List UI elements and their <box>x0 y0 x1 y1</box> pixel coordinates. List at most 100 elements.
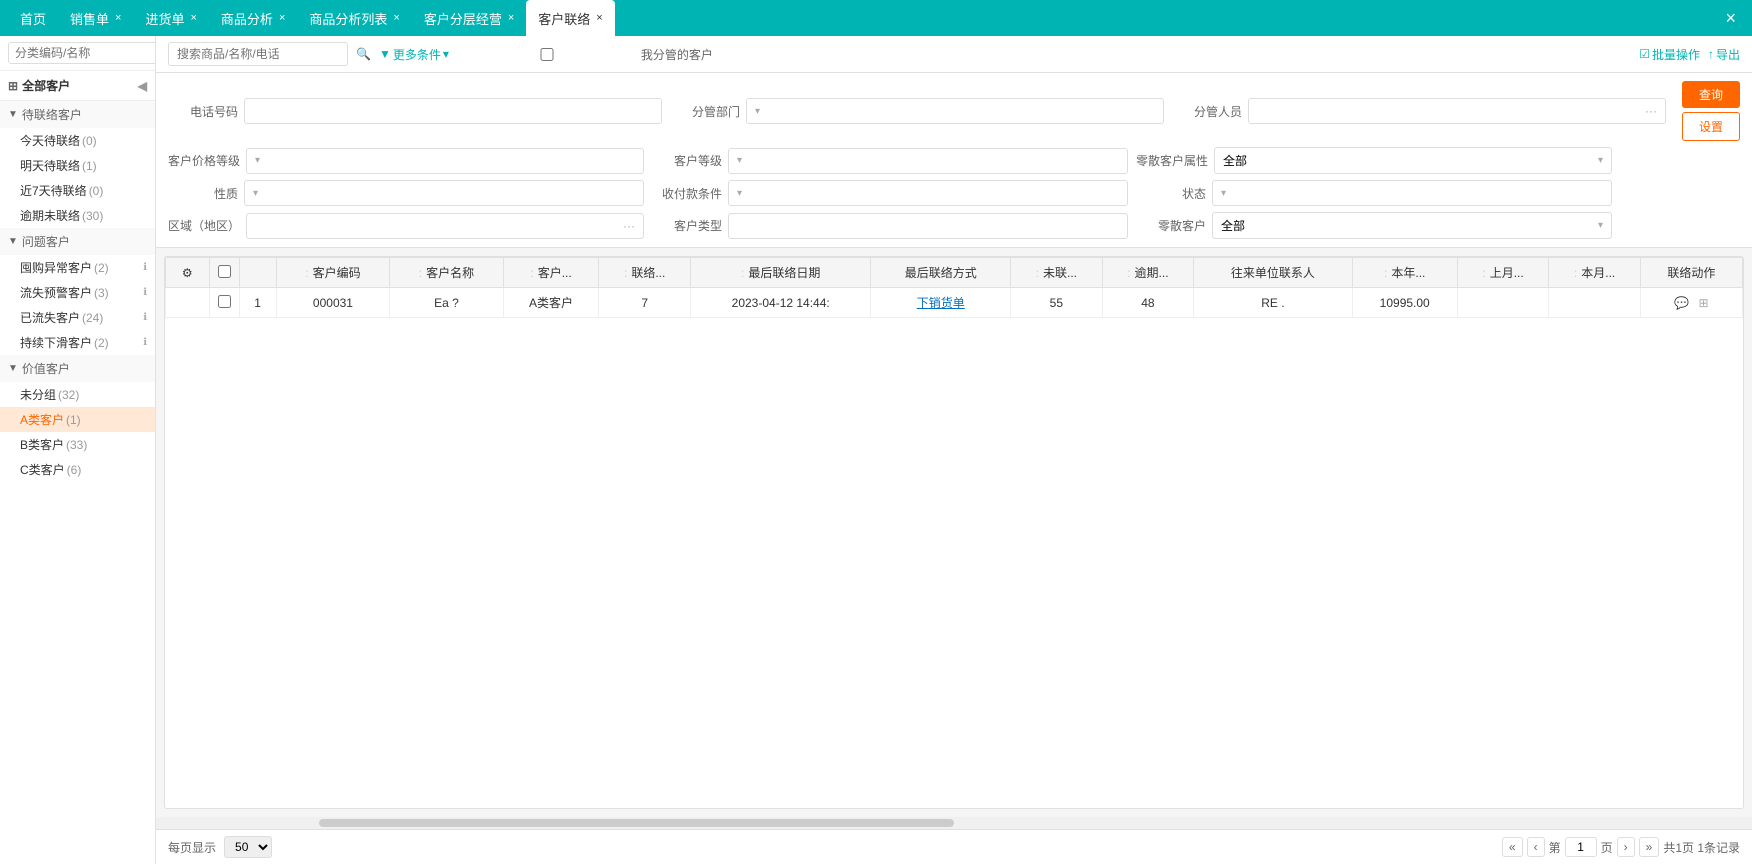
sidebar-item[interactable]: 近7天待联络(0) <box>0 178 155 203</box>
filter-row-4: 区域（地区） ··· 客户类型 零散客户 全部▾ <box>168 212 1740 239</box>
sidebar-section-title[interactable]: ▼价值客户 <box>0 355 155 382</box>
filter-retail-select[interactable]: 全部▾ <box>1212 212 1612 239</box>
filter-retail-attr-select[interactable]: 全部▾ <box>1214 147 1612 174</box>
sidebar-item[interactable]: 囤购异常客户(2)ℹ <box>0 255 155 280</box>
export-button[interactable]: ↑ 导出 <box>1708 46 1740 63</box>
all-customers-label[interactable]: 全部客户 <box>22 77 70 94</box>
tab-close-icon[interactable]: × <box>115 12 121 24</box>
col-settings[interactable]: ⚙ <box>166 258 210 288</box>
filter-price-level-select[interactable]: ▾ <box>246 148 644 174</box>
row-not-contacted: 55 <box>1011 288 1103 318</box>
filter-nature-select[interactable]: ▾ <box>244 180 644 206</box>
my-customer-checkbox[interactable] <box>457 48 637 61</box>
filter-status-select[interactable]: ▾ <box>1212 180 1612 206</box>
first-page-button[interactable]: « <box>1502 837 1523 857</box>
customer-table: ⚙ :客户编码 :客户名称 :客户... :联络... :最后联络日期 最后联络… <box>165 257 1743 318</box>
filter-dept-label: 分管部门 <box>670 103 740 120</box>
arrow-icon: ▼ <box>8 363 18 374</box>
scroll-thumb[interactable] <box>319 819 954 827</box>
more-filter-button[interactable]: ▼ 更多条件 ▾ <box>379 46 449 63</box>
row-checkbox[interactable] <box>218 295 231 308</box>
nav-tab-商品分析[interactable]: 商品分析× <box>209 0 297 36</box>
sidebar-item-label: 流失预警客户(3) <box>20 284 109 301</box>
row-unit-contact: RE . <box>1194 288 1352 318</box>
nav-tab-客户分层经营[interactable]: 客户分层经营× <box>412 0 526 36</box>
search-button[interactable]: 🔍 <box>356 47 371 61</box>
more-icon[interactable]: ··· <box>1645 104 1657 118</box>
settings-icon[interactable]: ⚙ <box>182 266 193 280</box>
filter-payment-select[interactable]: ▾ <box>728 180 1128 206</box>
tab-close-icon[interactable]: × <box>279 12 285 24</box>
sidebar-item[interactable]: 逾期未联络(30) <box>0 203 155 228</box>
info-icon: ℹ <box>143 312 147 323</box>
col-last-contact-method: 最后联络方式 <box>871 258 1011 288</box>
page-number-input[interactable] <box>1565 837 1597 857</box>
chevron-down-icon: ▾ <box>737 155 742 166</box>
nav-tabs: 销售单×进货单×商品分析×商品分析列表×客户分层经营×客户联络× <box>58 0 615 36</box>
chat-icon[interactable]: 💬 <box>1674 296 1689 310</box>
settings-button[interactable]: 设置 <box>1682 112 1740 141</box>
nav-tab-销售单[interactable]: 销售单× <box>58 0 133 36</box>
row-customer-name: Ea ? <box>390 288 504 318</box>
last-contact-link[interactable]: 下销货单 <box>917 296 965 310</box>
nav-tab-进货单[interactable]: 进货单× <box>133 0 208 36</box>
page-label: 第 <box>1549 839 1561 856</box>
table-header-row: ⚙ :客户编码 :客户名称 :客户... :联络... :最后联络日期 最后联络… <box>166 258 1743 288</box>
grid-action-icon[interactable]: ⊞ <box>1699 296 1709 310</box>
query-button[interactable]: 查询 <box>1682 81 1740 108</box>
sidebar-item[interactable]: 今天待联络(0) <box>0 128 155 153</box>
tab-close-icon[interactable]: × <box>190 12 196 24</box>
sidebar-collapse-button[interactable]: ◀ <box>138 79 147 93</box>
sidebar-item[interactable]: B类客户(33) <box>0 432 155 457</box>
sidebar-search-input[interactable] <box>8 42 156 64</box>
sidebar-item[interactable]: 已流失客户(24)ℹ <box>0 305 155 330</box>
filter-nature-label: 性质 <box>168 185 238 202</box>
search-input[interactable] <box>168 42 348 66</box>
prev-page-button[interactable]: ‹ <box>1527 837 1545 857</box>
batch-op-button[interactable]: ☑ 批量操作 <box>1639 46 1700 63</box>
tab-close-icon[interactable]: × <box>393 12 399 24</box>
nav-tab-客户联络[interactable]: 客户联络× <box>526 0 614 36</box>
nav-tab-商品分析列表[interactable]: 商品分析列表× <box>297 0 411 36</box>
close-all-button[interactable]: × <box>1717 8 1744 29</box>
sidebar-item[interactable]: 持续下滑客户(2)ℹ <box>0 330 155 355</box>
col-this-month: :本月... <box>1549 258 1641 288</box>
last-page-button[interactable]: » <box>1639 837 1660 857</box>
my-customer-checkbox-label[interactable]: 我分管的客户 <box>457 46 713 63</box>
main-layout: 🔍 ⊞ 全部客户 ◀ ▼待联络客户今天待联络(0)明天待联络(1) 近7天待联络(… <box>0 36 1752 864</box>
filter-icon: ▼ <box>379 47 391 61</box>
sidebar-item-label: 持续下滑客户(2) <box>20 334 109 351</box>
tab-close-icon[interactable]: × <box>596 12 602 24</box>
col-this-year: :本年... <box>1352 258 1457 288</box>
sidebar-item[interactable]: A类客户(1) <box>0 407 155 432</box>
more-icon[interactable]: ··· <box>623 219 635 233</box>
batch-icon: ☑ <box>1639 47 1650 61</box>
horizontal-scrollbar[interactable] <box>156 817 1752 829</box>
select-all-checkbox[interactable] <box>218 265 231 278</box>
chevron-down-icon: ▾ <box>1598 155 1603 166</box>
col-not-contacted: :未联... <box>1011 258 1103 288</box>
filter-dept-select[interactable]: ▾ <box>746 98 1164 124</box>
tab-close-icon[interactable]: × <box>508 12 514 24</box>
filter-customer-type-input[interactable] <box>728 213 1128 239</box>
sidebar-item[interactable]: 明天待联络(1) <box>0 153 155 178</box>
sidebar-item[interactable]: C类客户(6) <box>0 457 155 482</box>
filter-row-3: 性质 ▾ 收付款条件 ▾ 状态 ▾ <box>168 180 1740 206</box>
sidebar-item[interactable]: 未分组(32) <box>0 382 155 407</box>
nav-home[interactable]: 首页 <box>8 9 58 28</box>
filter-person-input[interactable]: ··· <box>1248 98 1666 124</box>
sidebar-section-title[interactable]: ▼问题客户 <box>0 228 155 255</box>
filter-status-label: 状态 <box>1136 185 1206 202</box>
page-size-select[interactable]: 50 <box>224 836 272 858</box>
filter-customer-level-select[interactable]: ▾ <box>728 148 1128 174</box>
filter-region-select[interactable]: ··· <box>246 213 644 239</box>
sidebar-item[interactable]: 流失预警客户(3)ℹ <box>0 280 155 305</box>
col-contact-action: 联络动作 <box>1640 258 1742 288</box>
sidebar-item-label: 囤购异常客户(2) <box>20 259 109 276</box>
sidebar-item-label: 近7天待联络(0) <box>20 182 103 199</box>
sidebar-section-title[interactable]: ▼待联络客户 <box>0 101 155 128</box>
col-overdue: :逾期... <box>1102 258 1194 288</box>
col-customer-type: :客户... <box>503 258 599 288</box>
filter-phone-input[interactable] <box>244 98 662 124</box>
next-page-button[interactable]: › <box>1617 837 1635 857</box>
